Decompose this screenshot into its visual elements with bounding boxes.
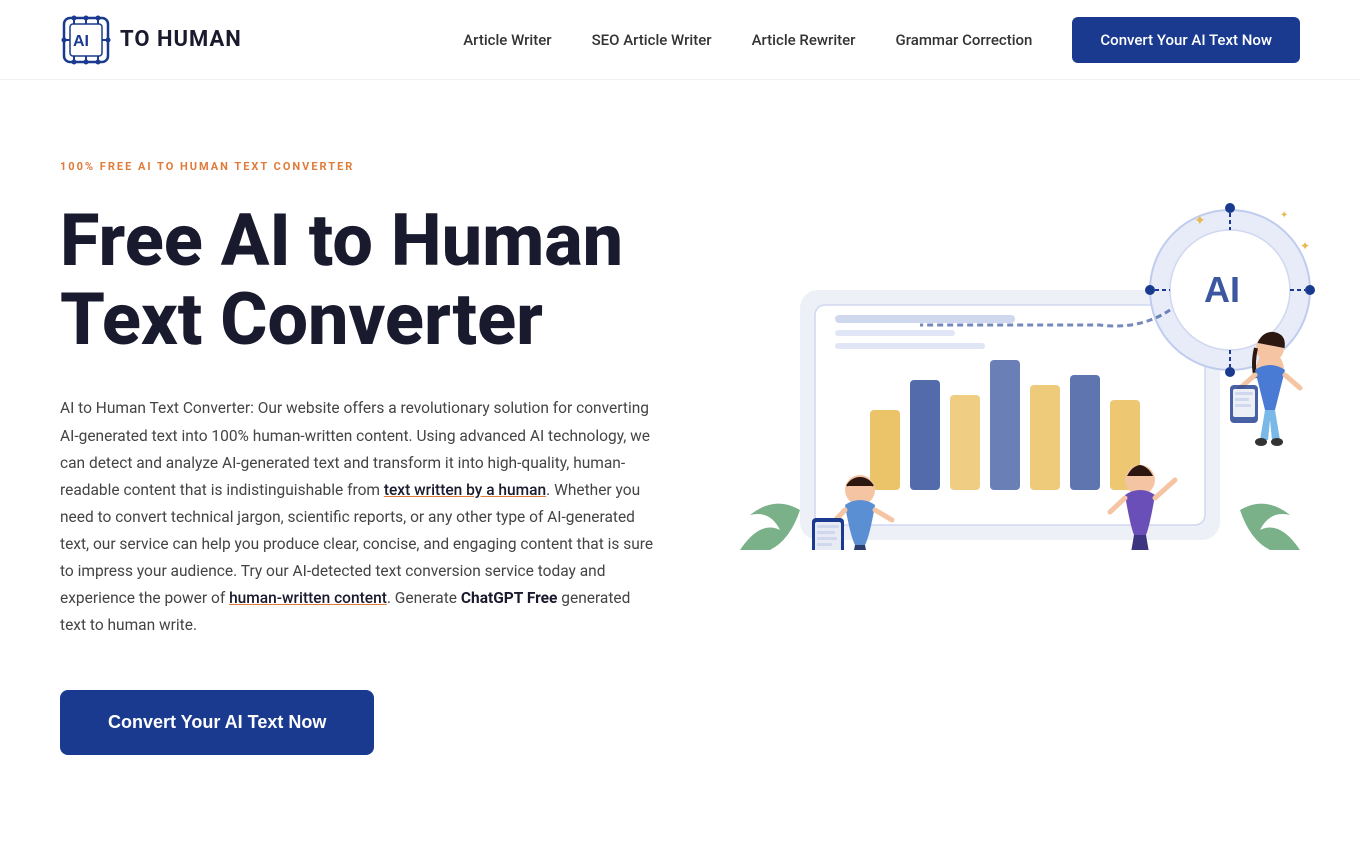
hero-left-panel: 100% FREE AI TO HUMAN TEXT CONVERTER Fre… bbox=[60, 140, 740, 755]
hero-badge: 100% FREE AI TO HUMAN TEXT CONVERTER bbox=[60, 160, 740, 173]
hero-section: 100% FREE AI TO HUMAN TEXT CONVERTER Fre… bbox=[0, 80, 1360, 859]
nav-link-article-writer[interactable]: Article Writer bbox=[463, 31, 551, 49]
nav-item-seo-writer[interactable]: SEO Article Writer bbox=[592, 30, 712, 49]
hero-title: Free AI to Human Text Converter bbox=[60, 201, 740, 359]
nav-link-seo-writer[interactable]: SEO Article Writer bbox=[592, 31, 712, 49]
nav-item-grammar[interactable]: Grammar Correction bbox=[895, 30, 1032, 49]
svg-text:✦: ✦ bbox=[1194, 213, 1206, 229]
nav-item-article-writer[interactable]: Article Writer bbox=[463, 30, 551, 49]
nav-links: Article Writer SEO Article Writer Articl… bbox=[463, 30, 1300, 49]
nav-item-article-rewriter[interactable]: Article Rewriter bbox=[752, 30, 856, 49]
hero-title-line1: Free AI to Human bbox=[60, 198, 623, 283]
hero-highlight-2: human-written content bbox=[229, 589, 387, 607]
hero-highlight-3: ChatGPT Free bbox=[461, 589, 558, 607]
hero-desc-part3: . Generate bbox=[387, 589, 461, 607]
logo-text: TO HUMAN bbox=[120, 27, 242, 52]
hero-highlight-1: text written by a human bbox=[384, 481, 546, 499]
navbar: AI TO HUMAN Article Writer SEO Article W… bbox=[0, 0, 1360, 80]
svg-text:AI: AI bbox=[1204, 269, 1240, 310]
nav-link-article-rewriter[interactable]: Article Rewriter bbox=[752, 31, 856, 49]
svg-text:✦: ✦ bbox=[1300, 239, 1310, 253]
nav-item-cta[interactable]: Convert Your AI Text Now bbox=[1072, 30, 1300, 49]
logo-icon: AI bbox=[60, 14, 112, 66]
hero-right-panel: AI bbox=[740, 140, 1320, 550]
nav-cta-button[interactable]: Convert Your AI Text Now bbox=[1072, 17, 1300, 63]
svg-text:AI: AI bbox=[73, 33, 89, 50]
hero-title-line2: Text Converter bbox=[60, 277, 543, 362]
hero-description: AI to Human Text Converter: Our website … bbox=[60, 395, 660, 639]
hero-illustration: AI bbox=[740, 150, 1320, 550]
nav-link-grammar[interactable]: Grammar Correction bbox=[895, 31, 1032, 49]
logo[interactable]: AI TO HUMAN bbox=[60, 14, 242, 66]
hero-cta-button[interactable]: Convert Your AI Text Now bbox=[60, 690, 374, 755]
svg-text:✦: ✦ bbox=[1280, 210, 1288, 221]
